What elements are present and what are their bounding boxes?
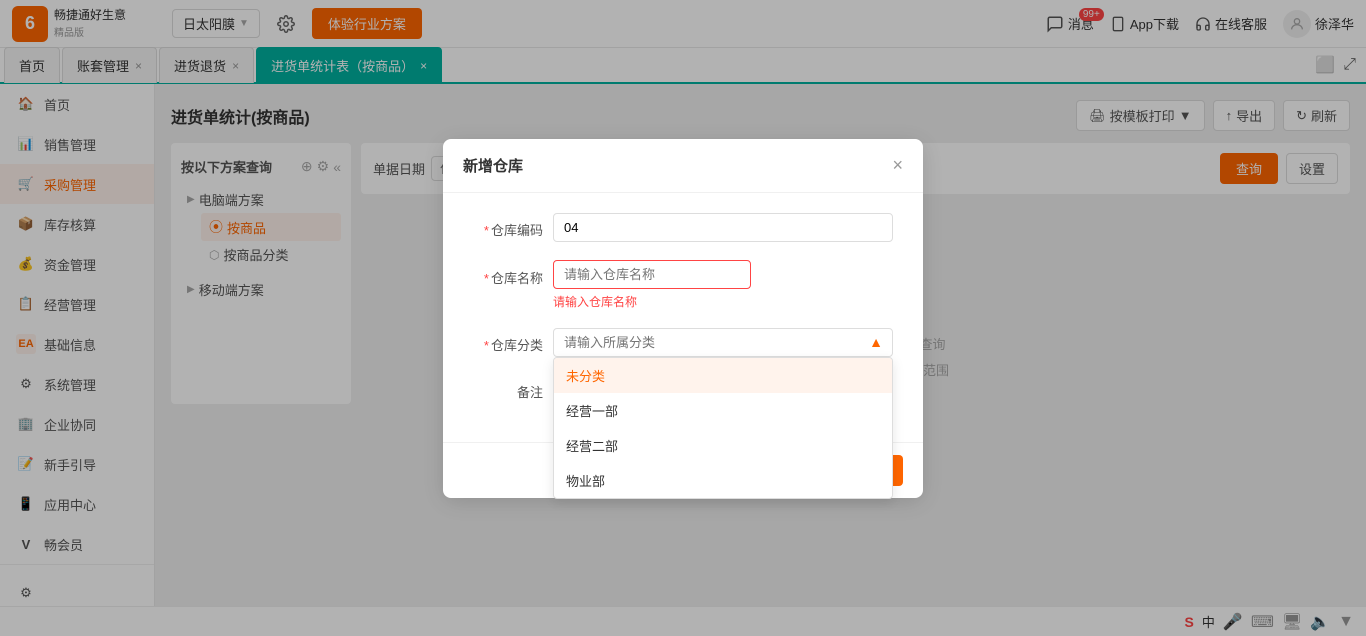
category-label: 仓库分类	[473, 328, 543, 354]
modal-title: 新增仓库	[463, 155, 523, 176]
modal-add-warehouse: 新增仓库 × 仓库编码 仓库名称 请输入仓库名称 仓库分类	[443, 139, 923, 498]
modal-header: 新增仓库 ×	[443, 139, 923, 193]
form-row-code: 仓库编码	[473, 213, 893, 242]
name-input[interactable]	[553, 260, 751, 289]
modal-body: 仓库编码 仓库名称 请输入仓库名称 仓库分类 ▲	[443, 193, 923, 442]
code-input[interactable]	[553, 213, 893, 242]
form-row-name: 仓库名称 请输入仓库名称	[473, 260, 893, 310]
dropdown-option-dept2[interactable]: 经营二部	[554, 428, 892, 463]
code-label: 仓库编码	[473, 213, 543, 239]
name-label: 仓库名称	[473, 261, 543, 287]
form-row-category: 仓库分类 ▲ 未分类 经营一部 经营二部 物业部	[473, 328, 893, 357]
note-label: 备注	[473, 375, 543, 401]
modal-close-button[interactable]: ×	[892, 155, 903, 176]
dropdown-option-uncategorized[interactable]: 未分类	[554, 358, 892, 393]
category-dropdown-list: 未分类 经营一部 经营二部 物业部	[553, 357, 893, 499]
category-input-wrap: ▲ 未分类 经营一部 经营二部 物业部	[553, 328, 893, 357]
modal-overlay: 新增仓库 × 仓库编码 仓库名称 请输入仓库名称 仓库分类	[0, 0, 1366, 636]
category-input[interactable]	[553, 328, 893, 357]
category-dropdown-arrow-icon[interactable]: ▲	[869, 334, 883, 350]
name-error-msg: 请输入仓库名称	[553, 295, 637, 309]
dropdown-option-property[interactable]: 物业部	[554, 463, 892, 498]
dropdown-option-dept1[interactable]: 经营一部	[554, 393, 892, 428]
